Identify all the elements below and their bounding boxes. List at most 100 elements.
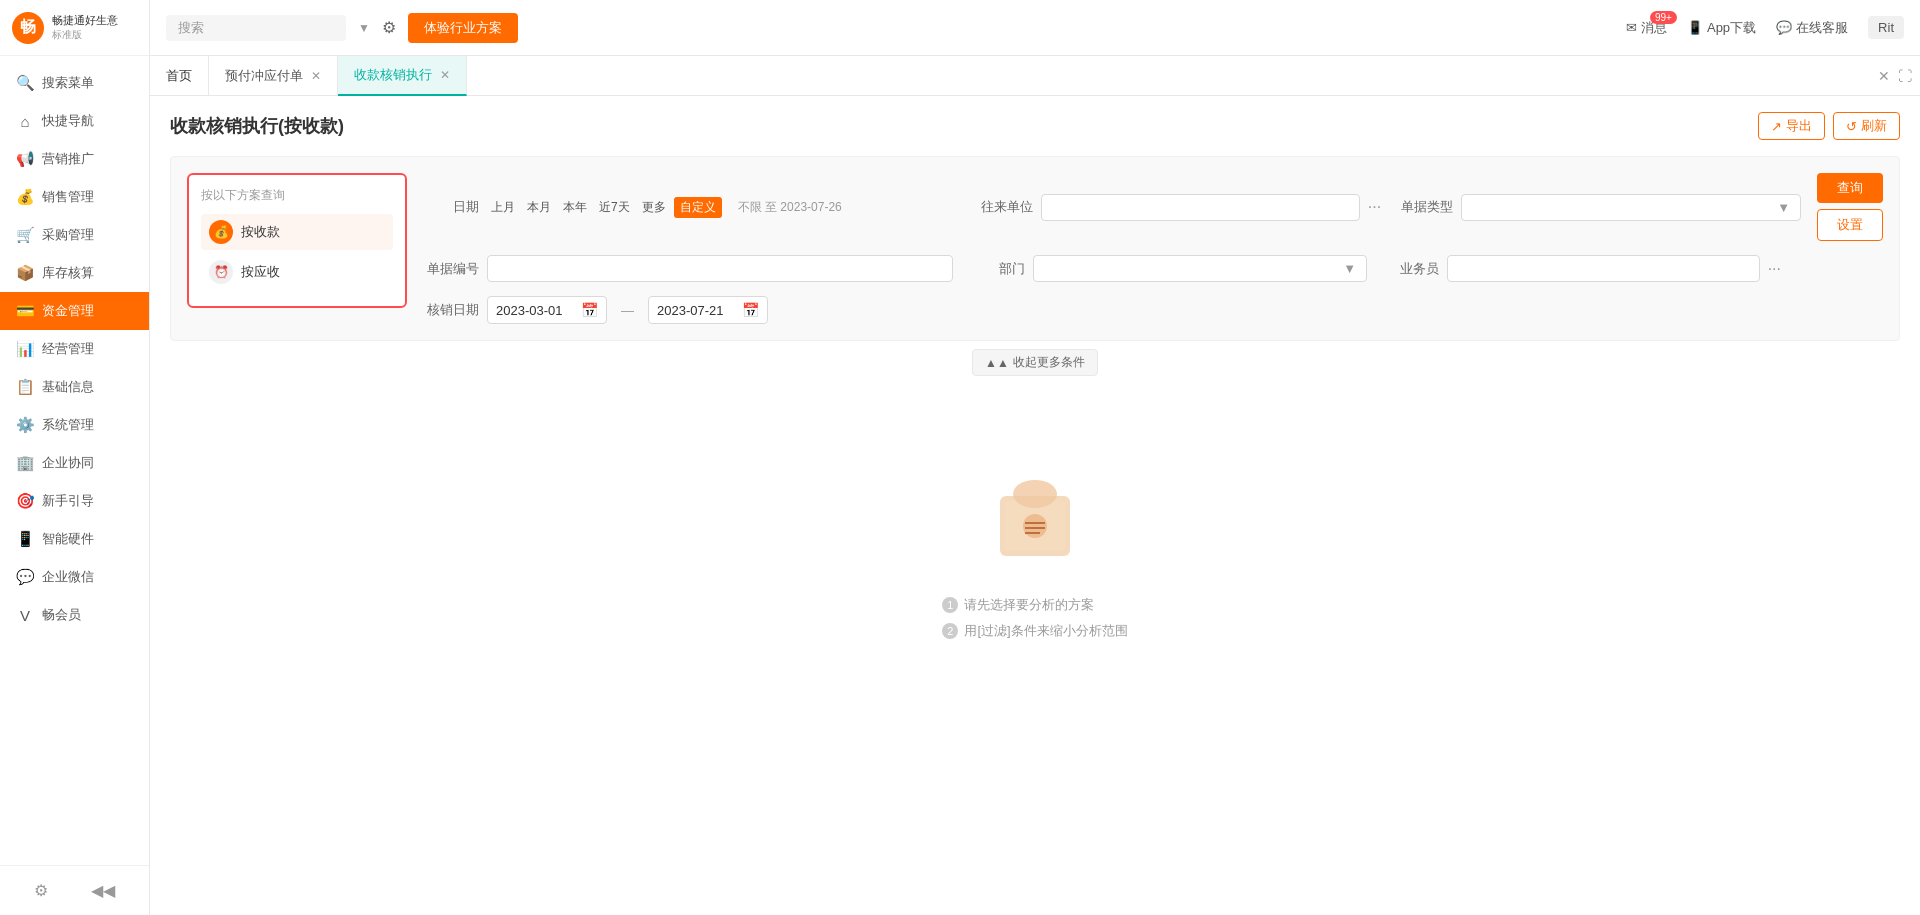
svg-point-3	[1023, 514, 1047, 538]
query-action-col: 查询 设置	[1817, 173, 1883, 241]
sidebar-item-finance[interactable]: 💳 资金管理	[0, 292, 149, 330]
filter-scheme-panel: 按以下方案查询 💰 按收款 ⏰ 按应收	[187, 173, 407, 308]
tab-prepay[interactable]: 预付冲应付单 ✕	[209, 56, 338, 96]
sidebar-item-basic[interactable]: 📋 基础信息	[0, 368, 149, 406]
main-content: 搜索 ▼ ⚙ 体验行业方案 ✉ 消息 99+ 📱 App下载 💬 在线客服 Ri…	[150, 0, 1920, 915]
tab-receipt-close[interactable]: ✕	[440, 68, 450, 82]
refresh-button[interactable]: ↺ 刷新	[1833, 112, 1900, 140]
date-label: 日期	[423, 198, 479, 216]
tab-close-all-icon[interactable]: ✕	[1878, 68, 1890, 84]
tip-num-2: 2	[942, 623, 958, 639]
counterparty-dots-icon[interactable]: ···	[1368, 198, 1381, 216]
logo-text-block: 畅捷通好生意 标准版	[52, 13, 118, 41]
export-label: 导出	[1786, 117, 1812, 135]
marketing-label: 营销推广	[42, 150, 94, 168]
user-label: Rit	[1878, 20, 1894, 35]
hardware-icon: 📱	[16, 530, 34, 548]
member-icon: V	[16, 606, 34, 624]
guide-icon: 🎯	[16, 492, 34, 510]
settings-icon[interactable]: ⚙	[34, 881, 48, 900]
calendar-start-icon[interactable]: 📅	[581, 302, 598, 318]
header-chevron-icon[interactable]: ▼	[358, 21, 370, 35]
date-field: 日期 上月 本月 本年 近7天 更多 自定义	[423, 197, 961, 218]
tab-receipt-label: 收款核销执行	[354, 66, 432, 84]
sidebar-item-search[interactable]: 🔍 搜索菜单	[0, 64, 149, 102]
collapse-sidebar-icon[interactable]: ◀◀	[91, 881, 115, 900]
collapse-more-button[interactable]: ▲▲ 收起更多条件	[972, 349, 1098, 376]
dept-chevron-icon: ▼	[1343, 261, 1356, 276]
hardware-label: 智能硬件	[42, 530, 94, 548]
sidebar-item-system[interactable]: ⚙️ 系统管理	[0, 406, 149, 444]
service-label: 在线客服	[1796, 19, 1848, 37]
verify-date-start-input[interactable]: 2023-03-01 📅	[487, 296, 607, 324]
filter-area: 按以下方案查询 💰 按收款 ⏰ 按应收	[170, 156, 1900, 341]
preset-this-month[interactable]: 本月	[523, 197, 555, 218]
by-receivable-icon: ⏰	[209, 260, 233, 284]
sidebar-item-member[interactable]: V 畅会员	[0, 596, 149, 634]
tab-home[interactable]: 首页	[150, 56, 209, 96]
staff-field: 业务员 ···	[1383, 255, 1781, 282]
filter-rows: 日期 上月 本月 本年 近7天 更多 自定义	[423, 173, 1883, 324]
dept-select[interactable]: ▼	[1033, 255, 1367, 282]
staff-dots-icon[interactable]: ···	[1768, 260, 1781, 278]
sidebar-item-marketing[interactable]: 📢 营销推广	[0, 140, 149, 178]
filter-row-2: 单据编号 部门 ▼ 业务员	[423, 255, 1883, 282]
logo-icon: 畅	[12, 12, 44, 44]
empty-tip-2: 2 用[过滤]条件来缩小分析范围	[942, 618, 1127, 644]
tab-prepay-close[interactable]: ✕	[311, 69, 321, 83]
preset-last-month[interactable]: 上月	[487, 197, 519, 218]
header-right: ✉ 消息 99+ 📱 App下载 💬 在线客服 Rit	[1626, 16, 1904, 39]
sidebar-item-guide[interactable]: 🎯 新手引导	[0, 482, 149, 520]
app-download-button[interactable]: 📱 App下载	[1687, 19, 1756, 37]
basic-label: 基础信息	[42, 378, 94, 396]
tab-receipt-exec[interactable]: 收款核销执行 ✕	[338, 56, 467, 96]
by-receipt-label: 按收款	[241, 223, 280, 241]
sidebar-item-purchase[interactable]: 🛒 采购管理	[0, 216, 149, 254]
purchase-icon: 🛒	[16, 226, 34, 244]
verify-date-end-input[interactable]: 2023-07-21 📅	[648, 296, 768, 324]
filter-option-by-receipt[interactable]: 💰 按收款	[201, 214, 393, 250]
filter-row-1: 日期 上月 本月 本年 近7天 更多 自定义	[423, 173, 1883, 241]
sidebar-item-quick-nav[interactable]: ⌂ 快捷导航	[0, 102, 149, 140]
sidebar-item-inventory[interactable]: 📦 库存核算	[0, 254, 149, 292]
sidebar-item-sales[interactable]: 💰 销售管理	[0, 178, 149, 216]
header-left: 搜索 ▼ ⚙ 体验行业方案	[166, 13, 518, 43]
preset-7days[interactable]: 近7天	[595, 197, 634, 218]
calendar-end-icon[interactable]: 📅	[742, 302, 759, 318]
tab-home-label: 首页	[166, 67, 192, 85]
service-icon: 💬	[1776, 20, 1792, 35]
doc-no-label: 单据编号	[423, 260, 479, 278]
sidebar-item-business[interactable]: 📊 经营管理	[0, 330, 149, 368]
filter-right-fields: 日期 上月 本月 本年 近7天 更多 自定义	[423, 173, 1883, 324]
verify-date-label: 核销日期	[423, 301, 479, 319]
message-button[interactable]: ✉ 消息 99+	[1626, 19, 1667, 37]
export-button[interactable]: ↗ 导出	[1758, 112, 1825, 140]
preset-custom[interactable]: 自定义	[674, 197, 722, 218]
query-button[interactable]: 查询	[1817, 173, 1883, 203]
staff-input[interactable]	[1447, 255, 1759, 282]
sidebar-item-hardware[interactable]: 📱 智能硬件	[0, 520, 149, 558]
collapse-more-section: ▲▲ 收起更多条件	[170, 349, 1900, 376]
filter-option-by-receivable[interactable]: ⏰ 按应收	[201, 254, 393, 290]
settings-button[interactable]: 设置	[1817, 209, 1883, 241]
logo-subtitle: 标准版	[52, 28, 118, 42]
enterprise-label: 企业协同	[42, 454, 94, 472]
preset-more[interactable]: 更多	[638, 197, 670, 218]
solution-button[interactable]: 体验行业方案	[408, 13, 518, 43]
doc-type-select[interactable]: ▼	[1461, 194, 1801, 221]
tab-expand-icon[interactable]: ⛶	[1898, 68, 1912, 84]
header-gear-icon[interactable]: ⚙	[382, 18, 396, 37]
user-button[interactable]: Rit	[1868, 16, 1904, 39]
doc-no-input[interactable]	[487, 255, 953, 282]
sidebar-item-wechat[interactable]: 💬 企业微信	[0, 558, 149, 596]
online-service-button[interactable]: 💬 在线客服	[1776, 19, 1848, 37]
inventory-label: 库存核算	[42, 264, 94, 282]
sidebar-item-enterprise[interactable]: 🏢 企业协同	[0, 444, 149, 482]
app-label: App下载	[1707, 19, 1756, 37]
date-preset-group: 上月 本月 本年 近7天 更多 自定义	[487, 197, 722, 218]
finance-label: 资金管理	[42, 302, 94, 320]
preset-this-year[interactable]: 本年	[559, 197, 591, 218]
finance-icon: 💳	[16, 302, 34, 320]
counterparty-input[interactable]	[1041, 194, 1359, 221]
sidebar-nav: 🔍 搜索菜单 ⌂ 快捷导航 📢 营销推广 💰 销售管理 🛒 采购管理 📦 库存核…	[0, 56, 149, 865]
